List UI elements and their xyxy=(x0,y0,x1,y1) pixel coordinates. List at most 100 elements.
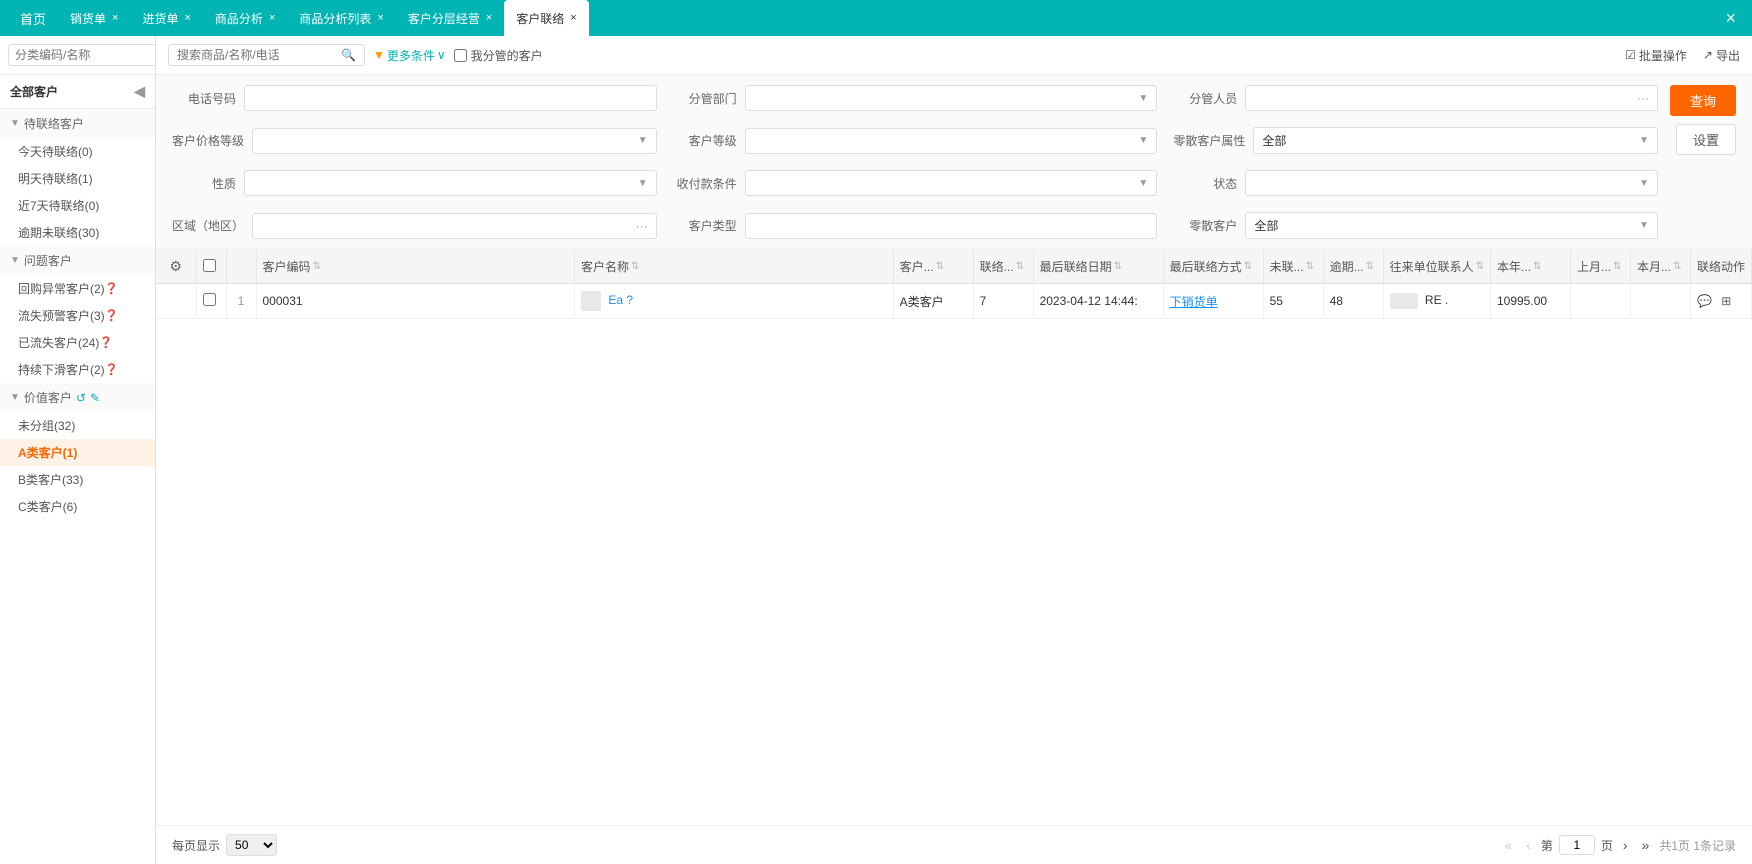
th-this-month[interactable]: 本月...⇅ xyxy=(1630,250,1690,284)
th-action: 联络动作 xyxy=(1690,250,1751,284)
my-customers-check[interactable] xyxy=(454,49,467,62)
sidebar-item-overdue[interactable]: 逾期未联络(30) xyxy=(0,219,155,246)
query-button[interactable]: 查询 xyxy=(1670,85,1736,116)
price-level-select[interactable]: ▼ xyxy=(252,128,657,154)
th-last-method[interactable]: 最后联络方式⇅ xyxy=(1163,250,1263,284)
sidebar-item-class-a[interactable]: A类客户(1) xyxy=(0,439,155,466)
page-size-select[interactable]: 10 20 50 100 xyxy=(226,834,277,856)
dept-select[interactable]: ▼ xyxy=(745,85,1158,111)
next-page-button[interactable]: › xyxy=(1619,837,1632,853)
top-nav: 首页 销货单 × 进货单 × 商品分析 × 商品分析列表 × 客户分层经营 × … xyxy=(0,0,1752,36)
edit-icon[interactable]: ✎ xyxy=(90,391,100,405)
close-icon[interactable]: × xyxy=(570,12,576,24)
arrow-icon: ▼ xyxy=(10,255,20,266)
phone-input[interactable] xyxy=(244,85,657,111)
th-last-date[interactable]: 最后联络日期⇅ xyxy=(1033,250,1163,284)
export-button[interactable]: ↗ 导出 xyxy=(1703,47,1740,64)
sidebar-section-value: ▼ 价值客户 ↺ ✎ xyxy=(0,383,155,412)
refresh-icon[interactable]: ↺ xyxy=(76,391,86,405)
row-checkbox[interactable] xyxy=(203,293,216,306)
filter-status: 状态 ▼ xyxy=(1173,170,1658,196)
sort-icon: ⇅ xyxy=(1613,261,1621,272)
retail-customer-select[interactable]: 全部▼ xyxy=(1245,212,1658,239)
chat-action-icon[interactable]: 💬 xyxy=(1697,294,1712,308)
collapse-icon[interactable]: ◀ xyxy=(134,83,145,100)
window-close-button[interactable]: × xyxy=(1717,8,1744,29)
sort-icon: ⇅ xyxy=(1533,261,1541,272)
close-icon[interactable]: × xyxy=(112,12,118,24)
payment-select[interactable]: ▼ xyxy=(745,170,1158,196)
customer-level-label: 客户等级 xyxy=(673,132,737,149)
td-last-method[interactable]: 下销货单 xyxy=(1163,284,1263,319)
close-icon[interactable]: × xyxy=(269,12,275,24)
sidebar-all-customers[interactable]: 全部客户 ◀ xyxy=(0,75,155,109)
customer-type-input[interactable] xyxy=(745,213,1158,239)
th-last-month[interactable]: 上月...⇅ xyxy=(1570,250,1630,284)
sidebar-item-today[interactable]: 今天待联络(0) xyxy=(0,138,155,165)
nav-tab-sales[interactable]: 销货单 × xyxy=(58,0,130,36)
first-page-button[interactable]: « xyxy=(1500,837,1516,853)
status-select[interactable]: ▼ xyxy=(1245,170,1658,196)
nav-home[interactable]: 首页 xyxy=(8,9,58,28)
payment-label: 收付款条件 xyxy=(673,175,737,192)
settings-button[interactable]: 设置 xyxy=(1676,124,1736,155)
nature-select[interactable]: ▼ xyxy=(244,170,657,196)
th-contact[interactable]: 联络...⇅ xyxy=(973,250,1033,284)
sidebar-search-input[interactable] xyxy=(8,44,156,66)
more-conditions-button[interactable]: ▼ 更多条件 ∨ xyxy=(373,47,446,64)
sidebar-item-declining[interactable]: 持续下滑客户(2) ❓ xyxy=(0,356,155,383)
advanced-filter: 电话号码 分管部门 ▼ 分管人员 ··· xyxy=(156,75,1752,250)
dept-label: 分管部门 xyxy=(673,90,737,107)
th-unit-contact[interactable]: 往来单位联系人⇅ xyxy=(1383,250,1490,284)
close-icon[interactable]: × xyxy=(184,12,190,24)
th-settings[interactable]: ⚙ xyxy=(156,250,196,284)
filter-customer-level: 客户等级 ▼ xyxy=(673,128,1158,154)
th-this-year[interactable]: 本年...⇅ xyxy=(1490,250,1570,284)
sidebar-item-class-c[interactable]: C类客户(6) xyxy=(0,493,155,520)
search-box[interactable]: 🔍 xyxy=(168,44,365,66)
close-icon[interactable]: × xyxy=(377,12,383,24)
nav-tab-customer-tier[interactable]: 客户分层经营 × xyxy=(396,0,504,36)
nav-tab-analysis[interactable]: 商品分析 × xyxy=(203,0,287,36)
region-label: 区域（地区） xyxy=(172,217,244,234)
customer-level-select[interactable]: ▼ xyxy=(745,128,1158,154)
page-number-input[interactable] xyxy=(1559,835,1595,855)
th-code[interactable]: 客户编码⇅ xyxy=(256,250,575,284)
settings-icon[interactable]: ⚙ xyxy=(169,258,182,274)
td-action: 💬 ⊞ xyxy=(1690,284,1751,319)
close-icon[interactable]: × xyxy=(486,12,492,24)
sidebar-item-repurchase-abnormal[interactable]: 回购异常客户(2) ❓ xyxy=(0,275,155,302)
arrow-icon: ▼ xyxy=(10,392,20,403)
sort-icon: ⇅ xyxy=(1306,261,1314,272)
pagination: 每页显示 10 20 50 100 « ‹ 第 页 › » 共1页 1条记录 xyxy=(156,825,1752,864)
retail-attr-select[interactable]: 全部▼ xyxy=(1253,127,1658,154)
th-no-contact[interactable]: 未联...⇅ xyxy=(1263,250,1323,284)
select-all-checkbox[interactable] xyxy=(203,259,216,272)
sidebar-item-tomorrow[interactable]: 明天待联络(1) xyxy=(0,165,155,192)
nav-tab-customer-contact[interactable]: 客户联络 × xyxy=(504,0,588,36)
my-customers-checkbox[interactable]: 我分管的客户 xyxy=(454,47,543,64)
th-overdue[interactable]: 逾期...⇅ xyxy=(1323,250,1383,284)
td-settings xyxy=(156,284,196,319)
region-input[interactable]: ··· xyxy=(252,213,657,239)
sidebar-item-churned[interactable]: 已流失客户(24) ❓ xyxy=(0,329,155,356)
nav-tab-purchase[interactable]: 进货单 × xyxy=(130,0,202,36)
sidebar-item-week[interactable]: 近7天待联络(0) xyxy=(0,192,155,219)
nav-tab-analysis-list[interactable]: 商品分析列表 × xyxy=(287,0,395,36)
prev-page-button[interactable]: ‹ xyxy=(1522,837,1535,853)
th-type[interactable]: 客户...⇅ xyxy=(893,250,973,284)
last-page-button[interactable]: » xyxy=(1638,837,1654,853)
search-input[interactable] xyxy=(177,48,337,62)
filter-manager: 分管人员 ··· xyxy=(1173,85,1658,111)
search-icon[interactable]: 🔍 xyxy=(341,48,356,62)
sidebar-item-churn-warning[interactable]: 流失预警客户(3) ❓ xyxy=(0,302,155,329)
filter-row-3: 性质 ▼ 收付款条件 ▼ 状态 xyxy=(172,170,1658,196)
bulk-operation-button[interactable]: ☑ 批量操作 xyxy=(1625,47,1687,64)
th-name[interactable]: 客户名称⇅ xyxy=(575,250,894,284)
manager-input[interactable]: ··· xyxy=(1245,85,1658,111)
sidebar-section-problem: ▼ 问题客户 xyxy=(0,246,155,275)
arrow-icon: ▼ xyxy=(10,118,20,129)
grid-action-icon[interactable]: ⊞ xyxy=(1721,294,1731,308)
sidebar-item-ungrouped[interactable]: 未分组(32) xyxy=(0,412,155,439)
sidebar-item-class-b[interactable]: B类客户(33) xyxy=(0,466,155,493)
